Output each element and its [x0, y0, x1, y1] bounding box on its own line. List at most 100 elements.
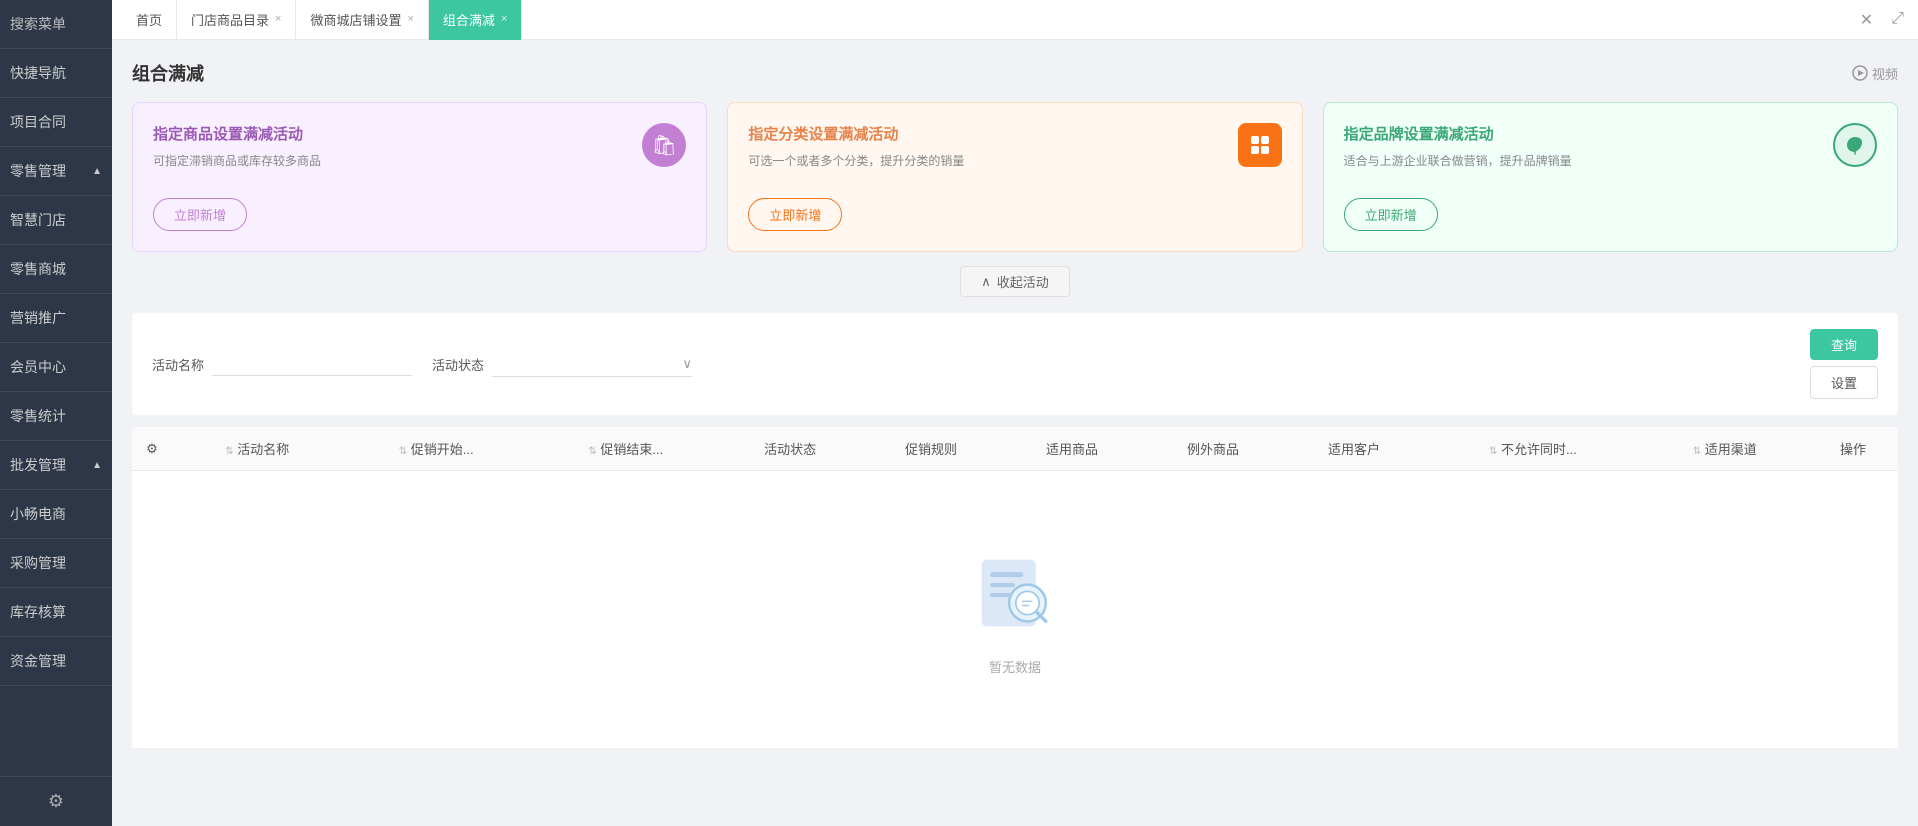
table-col-action: 操作 [1808, 427, 1898, 471]
table-col-customer: 适用客户 [1283, 427, 1424, 471]
close-window-icon[interactable]: ✕ [1856, 6, 1877, 34]
sidebar-item-finance[interactable]: 资金管理 [0, 637, 112, 686]
card-brand-title: 指定品牌设置满减活动 [1344, 123, 1877, 144]
gear-icon: ⚙ [146, 441, 158, 456]
settings-icon[interactable]: ⚙ [48, 791, 64, 812]
table-col-start[interactable]: ⇅ 促销开始... [340, 427, 530, 471]
sidebar-item-smartstore[interactable]: 智慧门店 [0, 196, 112, 245]
query-button[interactable]: 查询 [1810, 329, 1878, 360]
tab-store-settings[interactable]: 微商城店铺设置 × [296, 0, 428, 40]
collapse-label: 收起活动 [997, 272, 1049, 291]
table-col-rule: 促销规则 [861, 427, 1002, 471]
card-category-title: 指定分类设置满减活动 [748, 123, 1281, 144]
table-col-exception: 例外商品 [1143, 427, 1284, 471]
filter-actions: 查询 设置 [1810, 329, 1878, 399]
page-content: 组合满减 视频 🛍 指定商品设置满减活动 可指定滞销商品或库存较多商品 立即新增 [112, 40, 1918, 826]
sidebar-item-label: 快捷导航 [10, 63, 66, 83]
sidebar-item-marketing[interactable]: 营销推广 [0, 294, 112, 343]
tab-label: 门店商品目录 [191, 10, 269, 29]
sidebar-item-purchase[interactable]: 采购管理 [0, 539, 112, 588]
sidebar-item-label: 智慧门店 [10, 210, 66, 230]
page-title: 组合满减 [132, 60, 204, 86]
card-category-icon [1238, 123, 1282, 167]
card-product: 🛍 指定商品设置满减活动 可指定滞销商品或库存较多商品 立即新增 [132, 102, 707, 252]
sidebar-item-label: 采购管理 [10, 553, 66, 573]
filter-name-group: 活动名称 [152, 352, 412, 376]
sidebar-item-label: 批发管理 [10, 455, 66, 475]
table-header: ⚙ ⇅ 活动名称 ⇅ 促销开始... ⇅ 促销结束... [132, 427, 1898, 471]
expand-window-icon[interactable]: ⤢ [1887, 6, 1908, 34]
tab-combo-discount[interactable]: 组合满减 × [429, 0, 522, 40]
data-table-container: ⚙ ⇅ 活动名称 ⇅ 促销开始... ⇅ 促销结束... [132, 427, 1898, 749]
sidebar-item-label: 库存核算 [10, 602, 66, 622]
filter-name-input[interactable] [212, 352, 412, 376]
sidebar-item-label: 零售商城 [10, 259, 66, 279]
table-col-status: 活动状态 [720, 427, 861, 471]
sidebar-item-ecommerce[interactable]: 小畅电商 [0, 490, 112, 539]
sidebar-item-retailstat[interactable]: 零售统计 [0, 392, 112, 441]
sort-icon: ⇅ [1489, 446, 1497, 457]
settings-button[interactable]: 设置 [1810, 366, 1878, 399]
card-category: 指定分类设置满减活动 可选一个或者多个分类，提升分类的销量 立即新增 [727, 102, 1302, 252]
card-product-desc: 可指定滞销商品或库存较多商品 [153, 152, 686, 184]
promo-cards: 🛍 指定商品设置满减活动 可指定滞销商品或库存较多商品 立即新增 指定分类设置满… [132, 102, 1898, 252]
tab-close-icon[interactable]: × [501, 14, 507, 25]
filter-status-label: 活动状态 [432, 355, 484, 374]
table-col-gear[interactable]: ⚙ [132, 427, 172, 471]
table-col-end[interactable]: ⇅ 促销结束... [530, 427, 720, 471]
tab-product-catalog[interactable]: 门店商品目录 × [177, 0, 296, 40]
filter-bar: 活动名称 活动状态 ∨ 查询 设置 [132, 313, 1898, 415]
sort-icon: ⇅ [1693, 446, 1701, 457]
leaf-icon [1844, 134, 1866, 156]
sidebar-item-label: 资金管理 [10, 651, 66, 671]
tab-home[interactable]: 首页 [122, 0, 177, 40]
sidebar-item-retail[interactable]: 零售管理 ▲ [0, 147, 112, 196]
sidebar-item-member[interactable]: 会员中心 [0, 343, 112, 392]
tab-label: 首页 [136, 10, 162, 29]
page-header: 组合满减 视频 [132, 60, 1898, 86]
card-category-desc: 可选一个或者多个分类，提升分类的销量 [748, 152, 1281, 184]
sidebar-footer: ⚙ [0, 776, 112, 826]
card-product-add-button[interactable]: 立即新增 [153, 198, 247, 231]
sidebar: 搜索菜单 快捷导航 项目合同 零售管理 ▲ 智慧门店 零售商城 营销推广 会员中… [0, 0, 112, 826]
tab-close-icon[interactable]: × [275, 14, 281, 25]
empty-text: 暂无数据 [989, 657, 1041, 676]
empty-illustration [965, 543, 1065, 643]
card-category-add-button[interactable]: 立即新增 [748, 198, 842, 231]
sidebar-item-wholesale[interactable]: 批发管理 ▲ [0, 441, 112, 490]
filter-name-label: 活动名称 [152, 355, 204, 374]
card-brand-desc: 适合与上游企业联合做营销，提升品牌销量 [1344, 152, 1877, 184]
sidebar-item-quicknav[interactable]: 快捷导航 [0, 49, 112, 98]
tab-actions: ✕ ⤢ [1856, 6, 1908, 34]
tab-label: 微商城店铺设置 [310, 10, 401, 29]
sidebar-search[interactable]: 搜索菜单 [0, 0, 112, 49]
sort-icon: ⇅ [399, 446, 407, 457]
sidebar-item-retailmall[interactable]: 零售商城 [0, 245, 112, 294]
sidebar-item-contract[interactable]: 项目合同 [0, 98, 112, 147]
video-link[interactable]: 视频 [1852, 64, 1898, 83]
sidebar-item-label: 小畅电商 [10, 504, 66, 524]
filter-status-select[interactable]: ∨ [492, 352, 692, 377]
card-brand-add-button[interactable]: 立即新增 [1344, 198, 1438, 231]
table-col-notsimult[interactable]: ⇅ 不允许同时... [1424, 427, 1639, 471]
tab-bar: 首页 门店商品目录 × 微商城店铺设置 × 组合满减 × ✕ ⤢ [112, 0, 1918, 40]
card-brand-icon [1833, 123, 1877, 167]
main-area: 首页 门店商品目录 × 微商城店铺设置 × 组合满减 × ✕ ⤢ 组合满减 [112, 0, 1918, 826]
chevron-down-icon: ▲ [92, 460, 102, 471]
table-col-channel[interactable]: ⇅ 适用渠道 [1639, 427, 1807, 471]
empty-state: 暂无数据 [142, 483, 1888, 736]
chevron-down-icon: ∨ [683, 356, 693, 372]
table-col-goods: 适用商品 [1002, 427, 1143, 471]
tab-close-icon[interactable]: × [407, 14, 413, 25]
sort-icon: ⇅ [588, 446, 596, 457]
sidebar-item-label: 会员中心 [10, 357, 66, 377]
filter-status-group: 活动状态 ∨ [432, 352, 692, 377]
table-empty-row: 暂无数据 [132, 471, 1898, 749]
card-product-title: 指定商品设置满减活动 [153, 123, 686, 144]
collapse-button[interactable]: ∧ 收起活动 [960, 266, 1070, 297]
video-label: 视频 [1872, 64, 1898, 83]
data-table: ⚙ ⇅ 活动名称 ⇅ 促销开始... ⇅ 促销结束... [132, 427, 1898, 749]
sidebar-item-inventory[interactable]: 库存核算 [0, 588, 112, 637]
grid-icon [1249, 134, 1271, 156]
table-col-name[interactable]: ⇅ 活动名称 [172, 427, 340, 471]
